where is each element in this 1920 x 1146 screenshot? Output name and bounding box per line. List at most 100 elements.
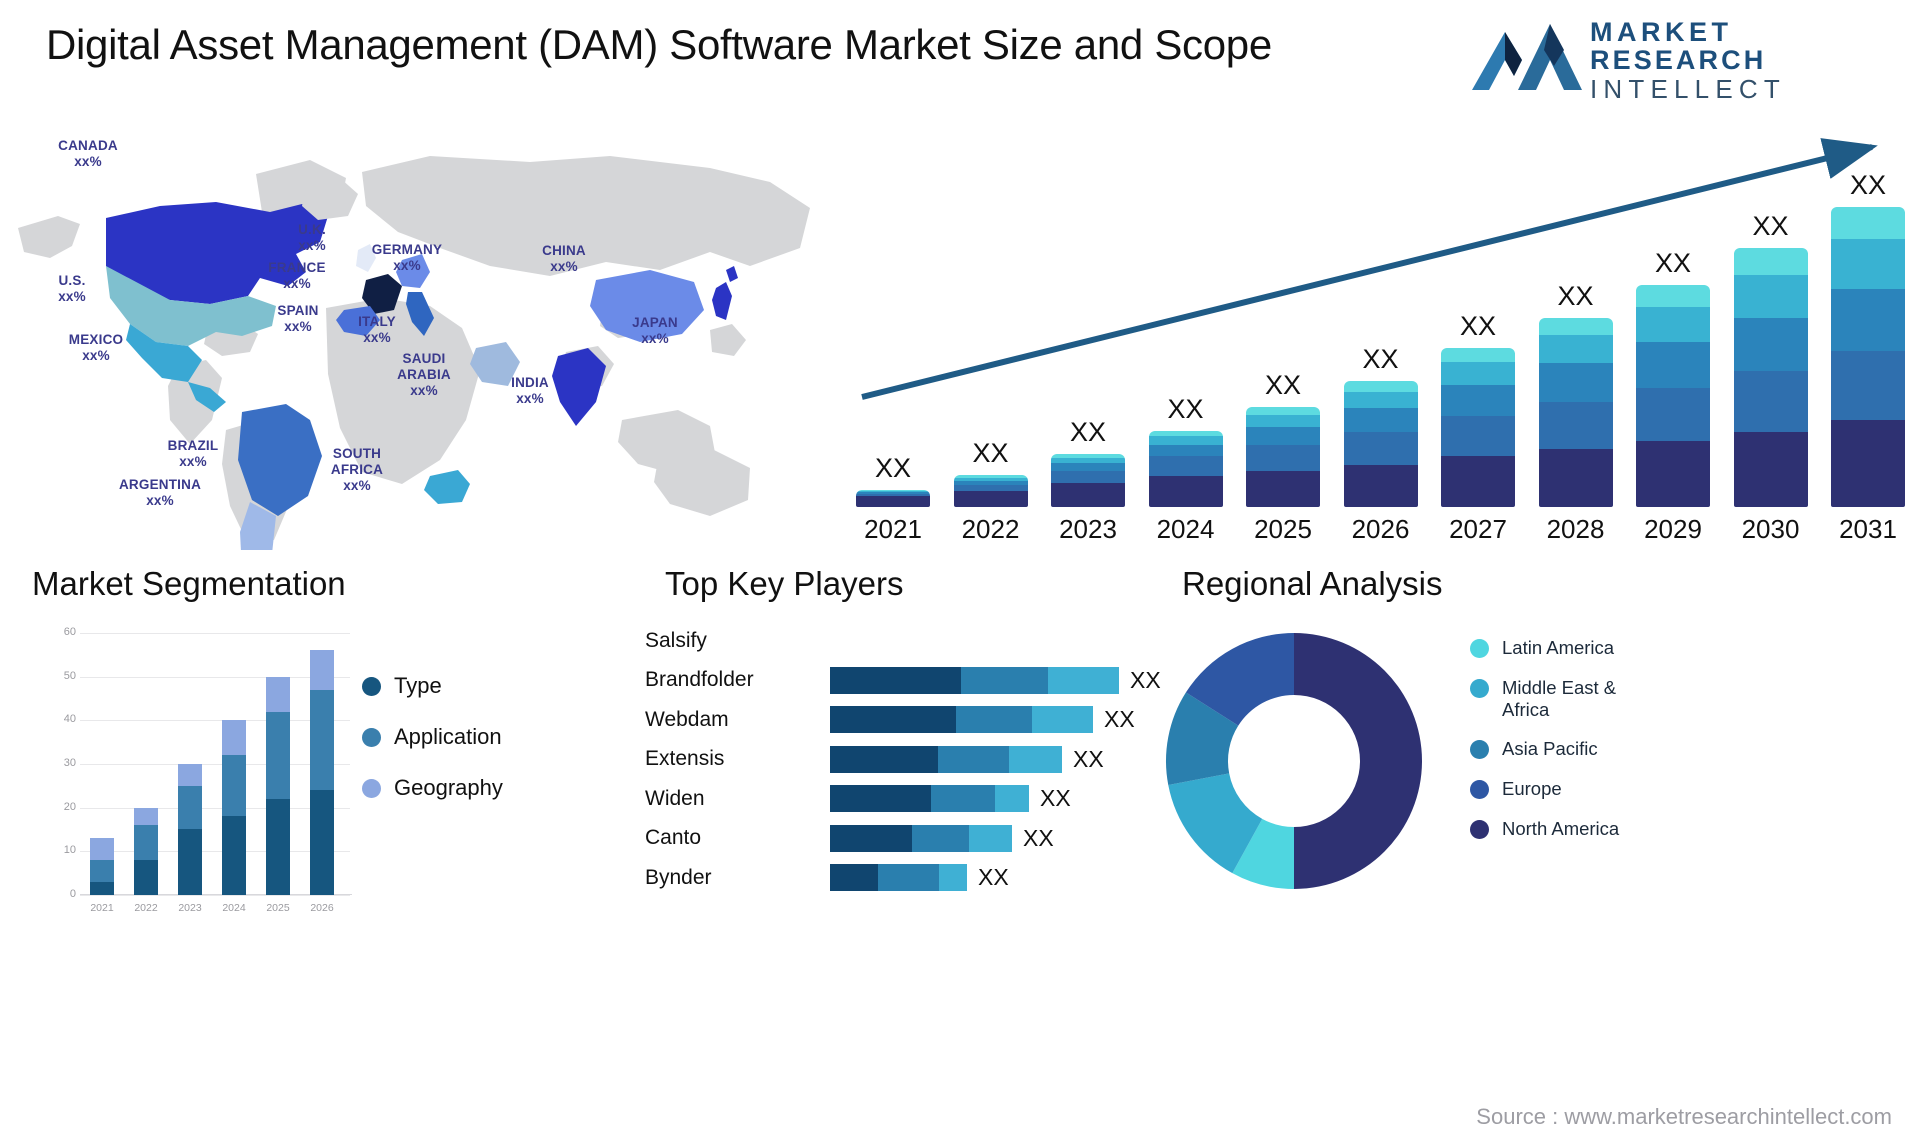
segmentation-y-tick: 50 [63,669,76,682]
top-key-players-title: Top Key Players [665,565,904,602]
growth-bar-segment [1636,342,1710,389]
key-player-bar [830,666,1119,694]
growth-bar-stack [1051,454,1125,507]
growth-bar-year-label: 2028 [1546,514,1605,544]
growth-bar-column: XX [1636,248,1710,507]
key-player-bar-segment [938,745,1009,773]
growth-bar-year-label: 2029 [1644,514,1702,544]
segmentation-bar-segment [90,881,114,895]
map-label-canada: CANADA xx% [58,138,118,169]
growth-bar-segment [1246,470,1320,507]
key-player-bar-segment [939,864,967,891]
market-segmentation-plot: 0 10 20 30 40 50 60 2021 2022 2023 2024 2025 2026 [60,626,352,914]
key-player-bar-segment [878,864,939,891]
growth-bar-segment [1538,363,1613,403]
key-player-bar-wrap: XX [830,824,1054,852]
logo-line-intellect: INTELLECT [1590,73,1786,104]
growth-bar-stack [1538,317,1613,507]
growth-bar-segment [1148,456,1223,477]
regional-legend-item-north-america[interactable]: North America [1470,818,1800,840]
segmentation-bar-segment [90,860,114,882]
legend-label: Europe [1502,778,1562,800]
segmentation-y-tick: 40 [63,713,76,726]
map-label-south-africa: SOUTH AFRICA xx% [330,446,384,493]
growth-bar-segment [1831,289,1905,351]
growth-bar-stack [1441,348,1515,507]
segmentation-bar-segment [310,790,334,895]
growth-bar-segment [1636,388,1710,442]
map-label-u-s: U.S. xx% [58,273,86,304]
segmentation-x-label: 2023 [178,902,202,914]
growth-bar-value-label: XX [1752,211,1789,242]
growth-bar-value-label: XX [1849,170,1887,200]
growth-bar-value-label: XX [874,452,912,483]
key-player-bar-segment [995,785,1029,812]
regional-legend-item-asia-pacific[interactable]: Asia Pacific [1470,738,1800,760]
segmentation-bar-segment [134,807,158,826]
top-key-players-panel: Top Key Players Salsify Brandfolder XX Webd… [645,565,1161,925]
growth-bar-segment [1733,275,1808,318]
segmentation-gridline [80,633,350,634]
key-player-bar-segment [1032,706,1093,733]
key-player-bar-segment [956,706,1032,733]
growth-bar-segment [1831,238,1905,290]
key-player-bar [830,824,1012,852]
legend-color-dot [362,676,381,696]
growth-bar-year-label: 2021 [864,514,922,544]
growth-bar-segment [1538,449,1613,507]
regional-legend-item-europe[interactable]: Europe [1470,778,1800,800]
growth-bar-column: XX [1733,211,1808,507]
growth-bar-segment [1246,415,1320,427]
key-player-bar-segment [1048,666,1119,694]
key-player-bar-segment [1009,745,1062,773]
key-player-bar-wrap: XX [830,666,1161,694]
legend-label: Latin America [1502,637,1615,658]
map-label-u-k: U.K. xx% [298,222,326,253]
segmentation-legend-item-application[interactable]: Application [362,724,612,750]
donut-slice-north-america[interactable] [1294,633,1422,889]
legend-label: Asia Pacific [1502,738,1598,760]
segmentation-bar-segment [178,785,202,830]
segmentation-y-tick: 0 [69,888,76,900]
regional-analysis-panel: Regional Analysis Latin America Middle Ea… [1160,565,1900,925]
legend-color-dot [1470,740,1489,760]
growth-bar-segment [1831,207,1905,239]
legend-color-dot [362,727,381,747]
legend-label: North America [1502,818,1620,840]
key-player-bar [830,745,1062,773]
segmentation-bar-segment [222,755,246,817]
growth-bar-column: XX [1538,281,1613,507]
legend-color-dot [1470,820,1489,840]
key-player-bar-segment [830,864,878,891]
key-player-value-label: XX [1130,666,1161,693]
key-player-bar-wrap: XX [830,745,1104,773]
segmentation-bar-segment [310,689,334,791]
segmentation-legend-item-geography[interactable]: Geography [362,775,612,801]
growth-bar-column: XX [1148,394,1223,507]
segmentation-x-label: 2024 [222,902,246,914]
legend-label: Middle East & Africa [1502,676,1617,720]
map-label-india: INDIA xx% [511,375,549,406]
segmentation-bar-segment [222,720,246,756]
growth-bar-stack [1246,407,1320,507]
growth-bar-year-label: 2025 [1254,514,1312,544]
growth-bar-segment [1636,307,1710,343]
growth-bar-value-label: XX [1557,280,1594,311]
world-map-panel: CANADA xx% U.S. xx% MEXICO xx% BRAZIL xx% AR… [10,120,830,550]
key-player-bar-segment [830,745,938,773]
growth-bar-segment [1343,431,1418,465]
growth-bar-segment [1343,381,1418,392]
segmentation-bar [134,807,158,895]
key-player-name: Webdam [645,707,729,731]
growth-bar-segment [1051,483,1125,507]
brand-logo: MARKET RESEARCH INTELLECT [1472,16,1892,103]
map-label-france: FRANCE xx% [268,260,326,291]
regional-legend-item-latin-america[interactable]: Latin America [1470,637,1800,659]
segmentation-x-label: 2022 [134,902,158,914]
mountain-m-logo-icon [1472,24,1582,90]
regional-legend-item-middle-east-africa[interactable]: Middle East & Africa [1470,677,1800,721]
key-player-row: Brandfolder XX [645,661,1161,700]
market-segmentation-panel: Market Segmentation 0 10 20 30 40 50 60 2021 202… [32,565,632,925]
segmentation-legend-item-type[interactable]: Type [362,673,612,699]
key-player-bar-segment [969,824,1012,852]
